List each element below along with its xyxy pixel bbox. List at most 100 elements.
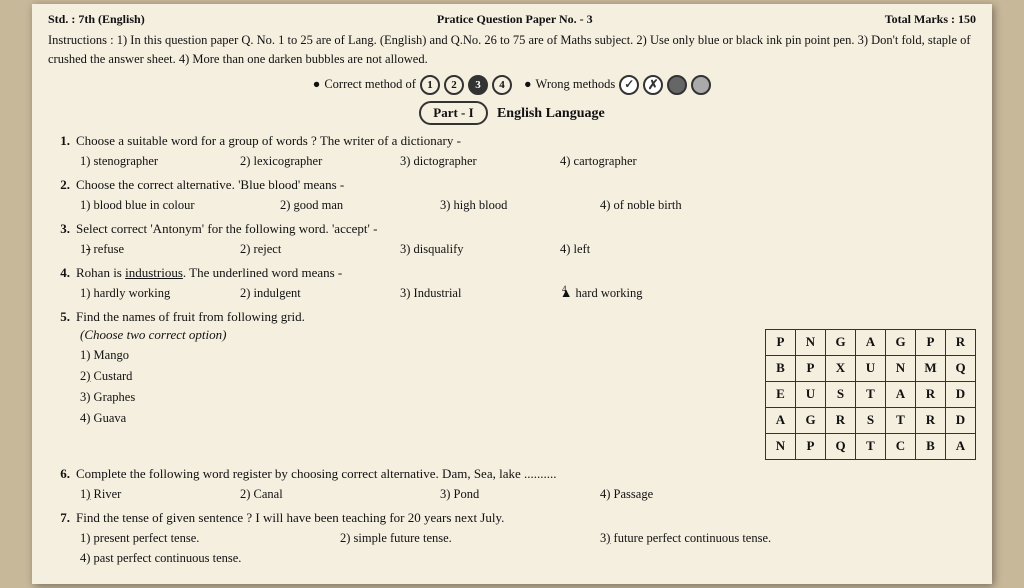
q6-line: 6. Complete the following word register … (52, 466, 976, 482)
bubble-4: 4 (492, 75, 512, 95)
header: Std. : 7th (English) Pratice Question Pa… (48, 12, 976, 27)
q7-text: Find the tense of given sentence ? I wil… (76, 510, 976, 526)
q5-text: Find the names of fruit from following g… (76, 309, 976, 325)
grid-row-4: A G R S T R D (766, 407, 976, 433)
grid-row-2: B P X U N M Q (766, 355, 976, 381)
grid-cell: U (856, 355, 886, 381)
q2-options: 1) blood blue in colour 2) good man 3) h… (80, 195, 976, 215)
grid-cell: M (916, 355, 946, 381)
grid-cell: E (766, 381, 796, 407)
grid-cell: B (916, 433, 946, 459)
instructions: Instructions : 1) In this question paper… (48, 31, 976, 69)
grid-cell: A (886, 381, 916, 407)
q1-options: 1) stenographer 2) lexicographer 3) dict… (80, 151, 976, 171)
bubble-2: 2 (444, 75, 464, 95)
correct-method-label: Correct method of (324, 77, 416, 92)
header-center: Pratice Question Paper No. - 3 (437, 12, 593, 27)
q1-opt3: 3) dictographer (400, 151, 560, 171)
grid-cell: C (886, 433, 916, 459)
q3-opt3: 3) disqualify (400, 239, 560, 259)
q5-list-opt3: 3) Graphes (80, 387, 755, 408)
grid-cell: G (886, 329, 916, 355)
grid-cell: R (916, 381, 946, 407)
grid-cell: A (766, 407, 796, 433)
q3-opt4: 4) left (560, 239, 720, 259)
grid-cell: P (916, 329, 946, 355)
q7-opt4: 4) past perfect continuous tense. (80, 548, 340, 568)
q6-opt3: 3) Pond (440, 484, 600, 504)
grid-cell: D (946, 381, 976, 407)
q6-num: 6. (52, 466, 70, 482)
q5-line: 5. Find the names of fruit from followin… (52, 309, 976, 325)
grid-cell: G (826, 329, 856, 355)
wrong-bubble-check: ✓ (619, 75, 639, 95)
grid-cell: S (826, 381, 856, 407)
q7-opt1: 1) present perfect tense. (80, 528, 340, 548)
grid-cell: T (856, 381, 886, 407)
q1-line: 1. Choose a suitable word for a group of… (52, 133, 976, 149)
q1-opt1: 1) stenographer (80, 151, 240, 171)
grid-cell: T (856, 433, 886, 459)
question-4: 4. Rohan is industrious. The underlined … (52, 265, 976, 303)
grid-cell: A (946, 433, 976, 459)
part-badge: Part - I (419, 101, 487, 125)
question-6: 6. Complete the following word register … (52, 466, 976, 504)
q5-grid: P N G A G P R B P X U (765, 329, 976, 460)
grid-cell: R (916, 407, 946, 433)
grid-cell: D (946, 407, 976, 433)
q4-opt4: ▲4 hard working (560, 283, 720, 303)
q4-num: 4. (52, 265, 70, 281)
q5-sub: (Choose two correct option) (80, 327, 755, 343)
q2-line: 2. Choose the correct alternative. 'Blue… (52, 177, 976, 193)
q5-list-opt2: 2) Custard (80, 366, 755, 387)
grid-cell: Q (946, 355, 976, 381)
grid-row-5: N P Q T C B A (766, 433, 976, 459)
grid-cell: R (826, 407, 856, 433)
q5-container: (Choose two correct option) 1) Mango 2) … (80, 327, 976, 460)
header-right: Total Marks : 150 (885, 12, 976, 27)
grid-cell: S (856, 407, 886, 433)
q3-opt1: 1) refuse (80, 239, 240, 259)
question-2: 2. Choose the correct alternative. 'Blue… (52, 177, 976, 215)
question-5: 5. Find the names of fruit from followin… (52, 309, 976, 460)
q2-opt3: 3) high blood (440, 195, 600, 215)
grid-cell: X (826, 355, 856, 381)
q3-num: 3. (52, 221, 70, 237)
grid-cell: Q (826, 433, 856, 459)
q7-opt3: 3) future perfect continuous tense. (600, 528, 860, 548)
q5-list-options: 1) Mango 2) Custard 3) Graphes 4) Guava (80, 345, 755, 430)
q4-line: 4. Rohan is industrious. The underlined … (52, 265, 976, 281)
q5-left: (Choose two correct option) 1) Mango 2) … (80, 327, 755, 460)
q5-list-opt1: 1) Mango (80, 345, 755, 366)
part-header: Part - I English Language (48, 101, 976, 125)
q3-line: 3. Select correct 'Antonym' for the foll… (52, 221, 976, 237)
wrong-bubble-empty (691, 75, 711, 95)
question-3: 3. Select correct 'Antonym' for the foll… (52, 221, 976, 259)
grid-cell: A (856, 329, 886, 355)
grid-cell: U (796, 381, 826, 407)
header-left: Std. : 7th (English) (48, 12, 145, 27)
q3-opt2: 2) reject (240, 239, 400, 259)
grid-cell: N (766, 433, 796, 459)
part-title: English Language (497, 106, 605, 121)
q4-options: 1) hardly working 2) indulgent 3) Indust… (80, 283, 976, 303)
q2-text: Choose the correct alternative. 'Blue bl… (76, 177, 976, 193)
q2-opt4: 4) of noble birth (600, 195, 760, 215)
grid-cell: B (766, 355, 796, 381)
q5-list-opt4: 4) Guava (80, 408, 755, 429)
q3-text: Select correct 'Antonym' for the followi… (76, 221, 976, 237)
q1-text: Choose a suitable word for a group of wo… (76, 133, 976, 149)
grid-cell: R (946, 329, 976, 355)
instructions-text: Instructions : 1) In this question paper… (48, 33, 971, 66)
q2-num: 2. (52, 177, 70, 193)
grid-cell: N (796, 329, 826, 355)
q2-opt2: 2) good man (280, 195, 440, 215)
q5-num: 5. (52, 309, 70, 325)
wrong-bubble-cross: ✗ (643, 75, 663, 95)
q2-opt1: 1) blood blue in colour (80, 195, 280, 215)
q4-text: Rohan is industrious. The underlined wor… (76, 265, 976, 281)
q1-opt2: 2) lexicographer (240, 151, 400, 171)
grid-cell: P (796, 355, 826, 381)
q6-opt2: 2) Canal (240, 484, 440, 504)
q6-opt4: 4) Passage (600, 484, 760, 504)
